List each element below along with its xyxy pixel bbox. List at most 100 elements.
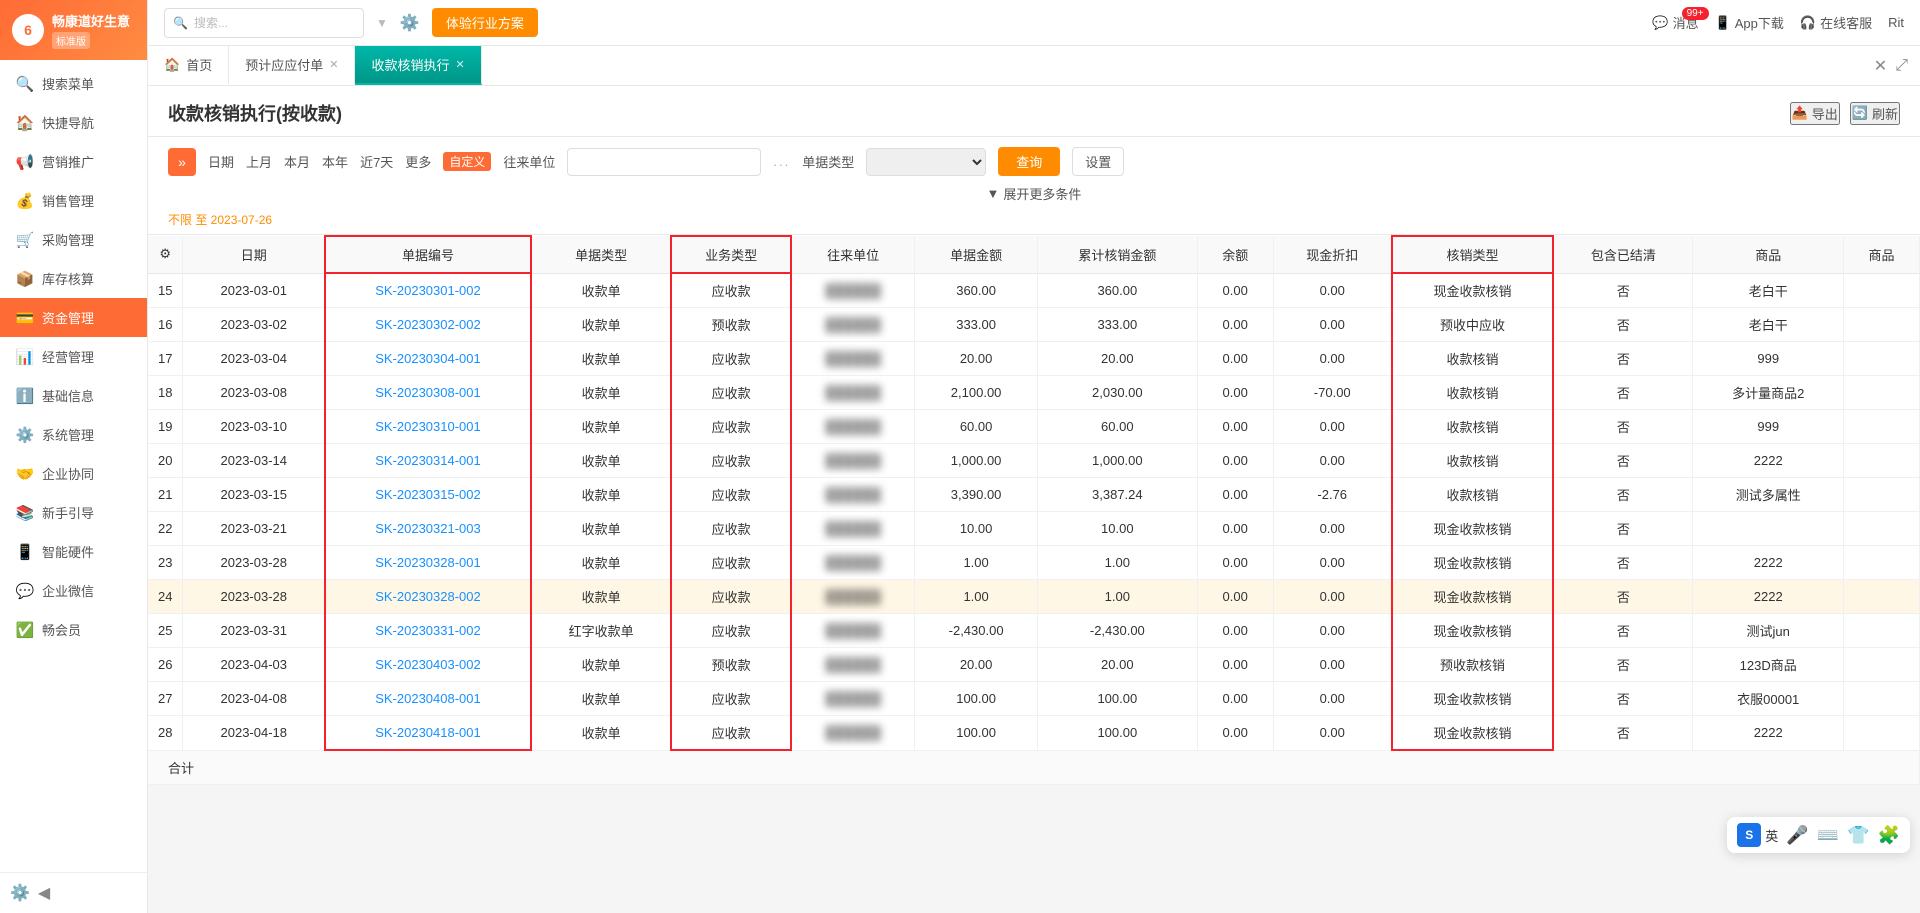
cell-product2 xyxy=(1843,342,1919,376)
sidebar-item-guide[interactable]: 📚新手引导 xyxy=(0,493,147,532)
headphone-icon: 🎧 xyxy=(1800,15,1816,31)
cell-product2 xyxy=(1843,478,1919,512)
expand-conditions-button[interactable]: ▼ 展开更多条件 xyxy=(987,184,1082,203)
cell-verified: 2,030.00 xyxy=(1037,376,1197,410)
sidebar-item-vip[interactable]: ✅ 畅会员 xyxy=(0,610,147,649)
voucher-type-select[interactable] xyxy=(866,148,986,176)
cell-partner: ██████ xyxy=(791,478,915,512)
collapse-icon[interactable]: ◀ xyxy=(38,883,50,903)
bill-no-link[interactable]: SK-20230328-002 xyxy=(375,589,481,604)
sidebar-item-sales[interactable]: 💰销售管理 xyxy=(0,181,147,220)
bill-no-link[interactable]: SK-20230408-001 xyxy=(375,691,481,706)
cell-bill-no: SK-20230301-002 xyxy=(325,273,531,308)
bill-no-link[interactable]: SK-20230304-001 xyxy=(375,351,481,366)
vip-icon: ✅ xyxy=(16,621,34,639)
cell-product1: 多计量商品2 xyxy=(1693,376,1844,410)
refresh-button[interactable]: 🔄 刷新 xyxy=(1850,102,1900,125)
th-settings[interactable]: ⚙ xyxy=(148,236,183,273)
cell-no: 24 xyxy=(148,580,183,614)
bill-no-link[interactable]: SK-20230301-002 xyxy=(375,283,481,298)
bill-no-link[interactable]: SK-20230315-002 xyxy=(375,487,481,502)
topbar-right: 💬 消息 99+ 📱 App下载 🎧 在线客服 Rit xyxy=(1652,13,1904,32)
nav-label-wechat: 企业微信 xyxy=(42,581,94,600)
date-this-year[interactable]: 本年 xyxy=(322,152,348,171)
quick-icon: 🏠 xyxy=(16,114,34,132)
date-7days[interactable]: 近7天 xyxy=(360,152,393,171)
cell-verify-type: 收款核销 xyxy=(1392,376,1553,410)
date-custom[interactable]: 自定义 xyxy=(443,152,491,171)
nav-label-system: 系统管理 xyxy=(42,425,94,444)
bill-no-link[interactable]: SK-20230308-001 xyxy=(375,385,481,400)
cell-bill-no: SK-20230304-001 xyxy=(325,342,531,376)
export-button[interactable]: 📤 导出 xyxy=(1790,102,1840,125)
bill-no-link[interactable]: SK-20230310-001 xyxy=(375,419,481,434)
query-button[interactable]: 查询 xyxy=(998,147,1060,176)
sidebar-item-quick[interactable]: 🏠快捷导航 xyxy=(0,103,147,142)
cell-partner: ██████ xyxy=(791,682,915,716)
cell-bill-no: SK-20230418-001 xyxy=(325,716,531,751)
cell-date: 2023-03-21 xyxy=(183,512,325,546)
settings-icon[interactable]: ⚙️ xyxy=(10,883,30,903)
message-button[interactable]: 💬 消息 99+ xyxy=(1652,13,1698,32)
topbar-dropdown[interactable]: ▼ xyxy=(376,16,388,30)
mic-icon[interactable]: 🎤 xyxy=(1786,825,1808,846)
message-icon: 💬 xyxy=(1652,15,1668,31)
bill-no-link[interactable]: SK-20230302-002 xyxy=(375,317,481,332)
table-row: 26 2023-04-03 SK-20230403-002 收款单 预收款 ██… xyxy=(148,648,1920,682)
maximize-icon[interactable]: ⤢ xyxy=(1895,57,1908,75)
date-more[interactable]: 更多 xyxy=(405,152,431,171)
cell-product1: 测试多属性 xyxy=(1693,478,1844,512)
settings-button[interactable]: 设置 xyxy=(1072,147,1124,176)
gear-icon[interactable]: ⚙️ xyxy=(400,13,420,33)
sidebar-item-marketing[interactable]: 📢营销推广 xyxy=(0,142,147,181)
bill-no-link[interactable]: SK-20230418-001 xyxy=(375,725,481,740)
user-account[interactable]: Rit xyxy=(1888,15,1904,30)
bill-no-link[interactable]: SK-20230321-003 xyxy=(375,521,481,536)
tab-close-collection[interactable]: ✕ xyxy=(455,58,464,71)
bill-no-link[interactable]: SK-20230328-001 xyxy=(375,555,481,570)
sidebar-item-search[interactable]: 🔍搜索菜单 xyxy=(0,64,147,103)
grid-icon[interactable]: ⌨️ xyxy=(1817,825,1839,846)
nav-label-hardware: 智能硬件 xyxy=(42,542,94,561)
date-this-month[interactable]: 本月 xyxy=(284,152,310,171)
shirt-icon[interactable]: 👕 xyxy=(1847,825,1869,846)
th-amount: 单据金额 xyxy=(915,236,1038,273)
tab-close-prepay[interactable]: ✕ xyxy=(329,58,338,71)
partner-input[interactable] xyxy=(567,148,761,176)
solution-button[interactable]: 体验行业方案 xyxy=(432,8,538,37)
puzzle-icon[interactable]: 🧩 xyxy=(1878,825,1900,846)
cell-no: 21 xyxy=(148,478,183,512)
sidebar-item-finance[interactable]: 💳资金管理 xyxy=(0,298,147,337)
sidebar-item-inventory[interactable]: 📦库存核算 xyxy=(0,259,147,298)
filter-toggle-button[interactable]: » xyxy=(168,148,196,176)
service-link[interactable]: 🎧 在线客服 xyxy=(1800,13,1872,32)
app-download-link[interactable]: 📱 App下载 xyxy=(1715,13,1784,32)
cell-bill-no: SK-20230314-001 xyxy=(325,444,531,478)
tab-collection[interactable]: 收款核销执行 ✕ xyxy=(355,46,481,85)
sidebar-item-basic[interactable]: ℹ️基础信息 xyxy=(0,376,147,415)
sidebar-item-corp[interactable]: 🤝企业协同 xyxy=(0,454,147,493)
sidebar-item-purchase[interactable]: 🛒采购管理 xyxy=(0,220,147,259)
cell-biz-type: 预收款 xyxy=(671,308,790,342)
cell-bill-no: SK-20230310-001 xyxy=(325,410,531,444)
tab-prepay[interactable]: 预计应应付单 ✕ xyxy=(229,46,355,85)
sidebar-item-hardware[interactable]: 📱智能硬件 xyxy=(0,532,147,571)
sidebar-item-wechat[interactable]: 💬企业微信 xyxy=(0,571,147,610)
table-footer-row: 合计 xyxy=(148,750,1920,785)
cell-bill-no: SK-20230408-001 xyxy=(325,682,531,716)
bill-no-link[interactable]: SK-20230331-002 xyxy=(375,623,481,638)
bill-no-link[interactable]: SK-20230314-001 xyxy=(375,453,481,468)
close-tab-icon[interactable]: ✕ xyxy=(1874,56,1887,76)
search-icon: 🔍 xyxy=(16,75,34,93)
table-row: 18 2023-03-08 SK-20230308-001 收款单 应收款 ██… xyxy=(148,376,1920,410)
tab-home[interactable]: 🏠 首页 xyxy=(148,46,229,85)
sidebar-item-operation[interactable]: 📊经营管理 xyxy=(0,337,147,376)
sidebar-item-system[interactable]: ⚙️系统管理 xyxy=(0,415,147,454)
chevron-down-icon: ▼ xyxy=(987,186,1000,201)
floating-toolbar: S 英 🎤 ⌨️ 👕 🧩 xyxy=(1727,817,1910,853)
nav-label-vip: 畅会员 xyxy=(42,620,81,639)
bill-no-link[interactable]: SK-20230403-002 xyxy=(375,657,481,672)
cell-date: 2023-03-15 xyxy=(183,478,325,512)
cell-partner: ██████ xyxy=(791,308,915,342)
date-last-month[interactable]: 上月 xyxy=(246,152,272,171)
